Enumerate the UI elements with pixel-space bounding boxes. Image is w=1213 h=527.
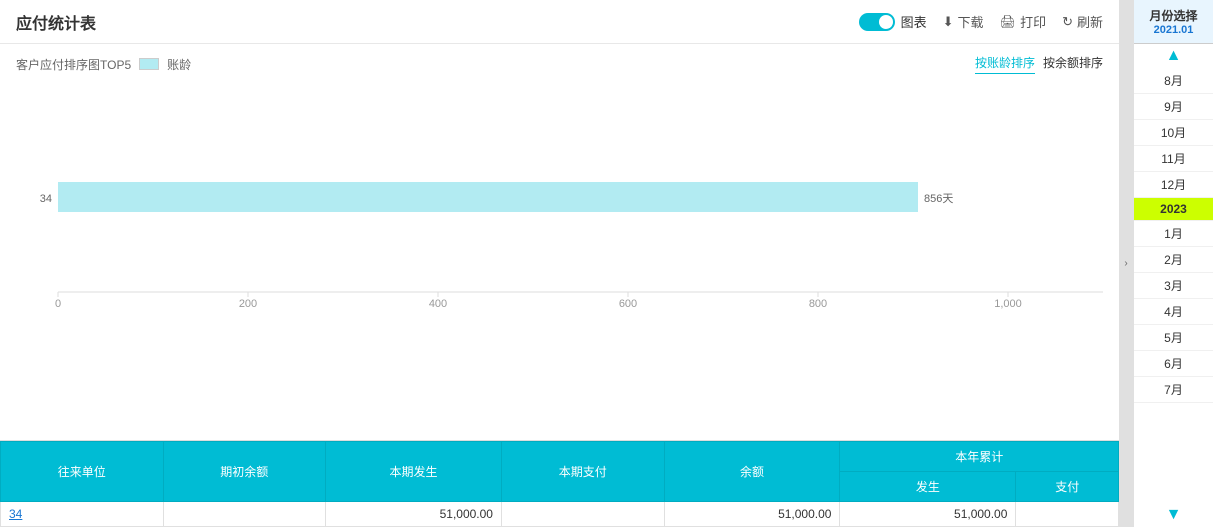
header-actions: 图表 ⬇ 下载 🖨 打印 ↻ 刷新: [859, 12, 1103, 31]
svg-text:200: 200: [239, 298, 257, 310]
sidebar-month-7[interactable]: 7月: [1134, 377, 1213, 403]
sidebar-month-5[interactable]: 5月: [1134, 325, 1213, 351]
sidebar-year-2023[interactable]: 2023: [1134, 198, 1213, 221]
sidebar-month-select-label: 月份选择: [1149, 7, 1197, 24]
data-table: 往来单位 期初余额 本期发生 本期支付 余额 本年累计 发生 支付 34: [0, 441, 1119, 527]
print-label: 打印: [1020, 12, 1046, 31]
sort-by-amount-button[interactable]: 按账龄排序: [975, 54, 1035, 74]
refresh-label: 刷新: [1077, 12, 1103, 31]
th-ytd-occurrence: 发生: [840, 472, 1016, 502]
legend-color-box: [139, 58, 159, 70]
svg-text:0: 0: [55, 298, 61, 310]
sidebar-month-12[interactable]: 12月: [1134, 172, 1213, 198]
svg-text:856天: 856天: [924, 193, 953, 205]
th-ytd-payment: 支付: [1016, 472, 1119, 502]
chart-legend-title: 客户应付排序图TOP5: [16, 56, 131, 73]
sidebar-month-11[interactable]: 11月: [1134, 146, 1213, 172]
sidebar-month-10[interactable]: 10月: [1134, 120, 1213, 146]
row-opening-balance: [163, 502, 326, 527]
bar-34: [58, 182, 918, 212]
row-unit-id[interactable]: 34: [1, 502, 164, 527]
chart-legend-item: 账龄: [167, 56, 191, 73]
th-occurrence: 本期发生: [326, 442, 502, 502]
chart-toggle[interactable]: [859, 13, 895, 31]
row-ytd-payment: [1016, 502, 1119, 527]
sidebar-month-9[interactable]: 9月: [1134, 94, 1213, 120]
sort-buttons: 按账龄排序 按余额排序: [975, 54, 1103, 74]
sidebar-header: 月份选择 2021.01: [1134, 0, 1213, 44]
chart-legend: 客户应付排序图TOP5 账龄: [16, 56, 191, 73]
download-icon: ⬇: [943, 14, 954, 30]
th-unit: 往来单位: [1, 442, 164, 502]
download-label: 下载: [958, 12, 984, 31]
page-header: 应付统计表 图表 ⬇ 下载 🖨 打印 ↻ 刷新: [0, 0, 1119, 44]
th-balance: 余额: [664, 442, 840, 502]
svg-text:800: 800: [809, 298, 827, 310]
th-opening: 期初余额: [163, 442, 326, 502]
sidebar-divider[interactable]: ›: [1119, 0, 1133, 527]
sort-by-balance-button[interactable]: 按余额排序: [1043, 54, 1103, 74]
sidebar-month-1[interactable]: 1月: [1134, 221, 1213, 247]
th-payment: 本期支付: [501, 442, 664, 502]
chart-header: 客户应付排序图TOP5 账龄 按账龄排序 按余额排序: [16, 54, 1103, 74]
svg-text:400: 400: [429, 298, 447, 310]
download-button[interactable]: ⬇ 下载: [943, 12, 984, 31]
refresh-icon: ↻: [1062, 14, 1073, 30]
refresh-button[interactable]: ↻ 刷新: [1062, 12, 1103, 31]
row-current-payment: [501, 502, 664, 527]
print-icon: 🖨: [1000, 14, 1017, 30]
row-ytd-occurrence: 51,000.00: [840, 502, 1016, 527]
sidebar-down-button[interactable]: ▼: [1134, 503, 1213, 527]
chart-toggle-group[interactable]: 图表: [859, 12, 927, 31]
page-title: 应付统计表: [16, 10, 96, 34]
print-button[interactable]: 🖨 打印: [1000, 12, 1047, 31]
row-current-occurrence: 51,000.00: [326, 502, 502, 527]
sidebar-month-4[interactable]: 4月: [1134, 299, 1213, 325]
svg-text:34: 34: [40, 193, 52, 205]
chart-canvas: 34 856天 0 200 400 600 800: [16, 82, 1103, 430]
sidebar-up-button[interactable]: ▲: [1134, 44, 1213, 68]
bar-chart-svg: 34 856天 0 200 400 600 800: [16, 82, 1103, 322]
sidebar-month-2[interactable]: 2月: [1134, 247, 1213, 273]
svg-text:1,000: 1,000: [994, 298, 1022, 310]
th-ytd: 本年累计: [840, 442, 1119, 472]
chart-section: 客户应付排序图TOP5 账龄 按账龄排序 按余额排序 34: [0, 44, 1119, 440]
sidebar-month-8[interactable]: 8月: [1134, 68, 1213, 94]
table-section: 往来单位 期初余额 本期发生 本期支付 余额 本年累计 发生 支付 34: [0, 440, 1119, 527]
sidebar-month-list: 8月 9月 10月 11月 12月 2023 1月 2月 3月 4月 5月 6月…: [1134, 68, 1213, 503]
sidebar: 月份选择 2021.01 ▲ 8月 9月 10月 11月 12月 2023 1月…: [1133, 0, 1213, 527]
table-row: 34 51,000.00 51,000.00 51,000.00: [1, 502, 1119, 527]
sidebar-month-3[interactable]: 3月: [1134, 273, 1213, 299]
svg-text:600: 600: [619, 298, 637, 310]
row-balance: 51,000.00: [664, 502, 840, 527]
sidebar-month-6[interactable]: 6月: [1134, 351, 1213, 377]
chart-toggle-label: 图表: [901, 12, 927, 31]
sidebar-current-value: 2021.01: [1149, 24, 1197, 36]
